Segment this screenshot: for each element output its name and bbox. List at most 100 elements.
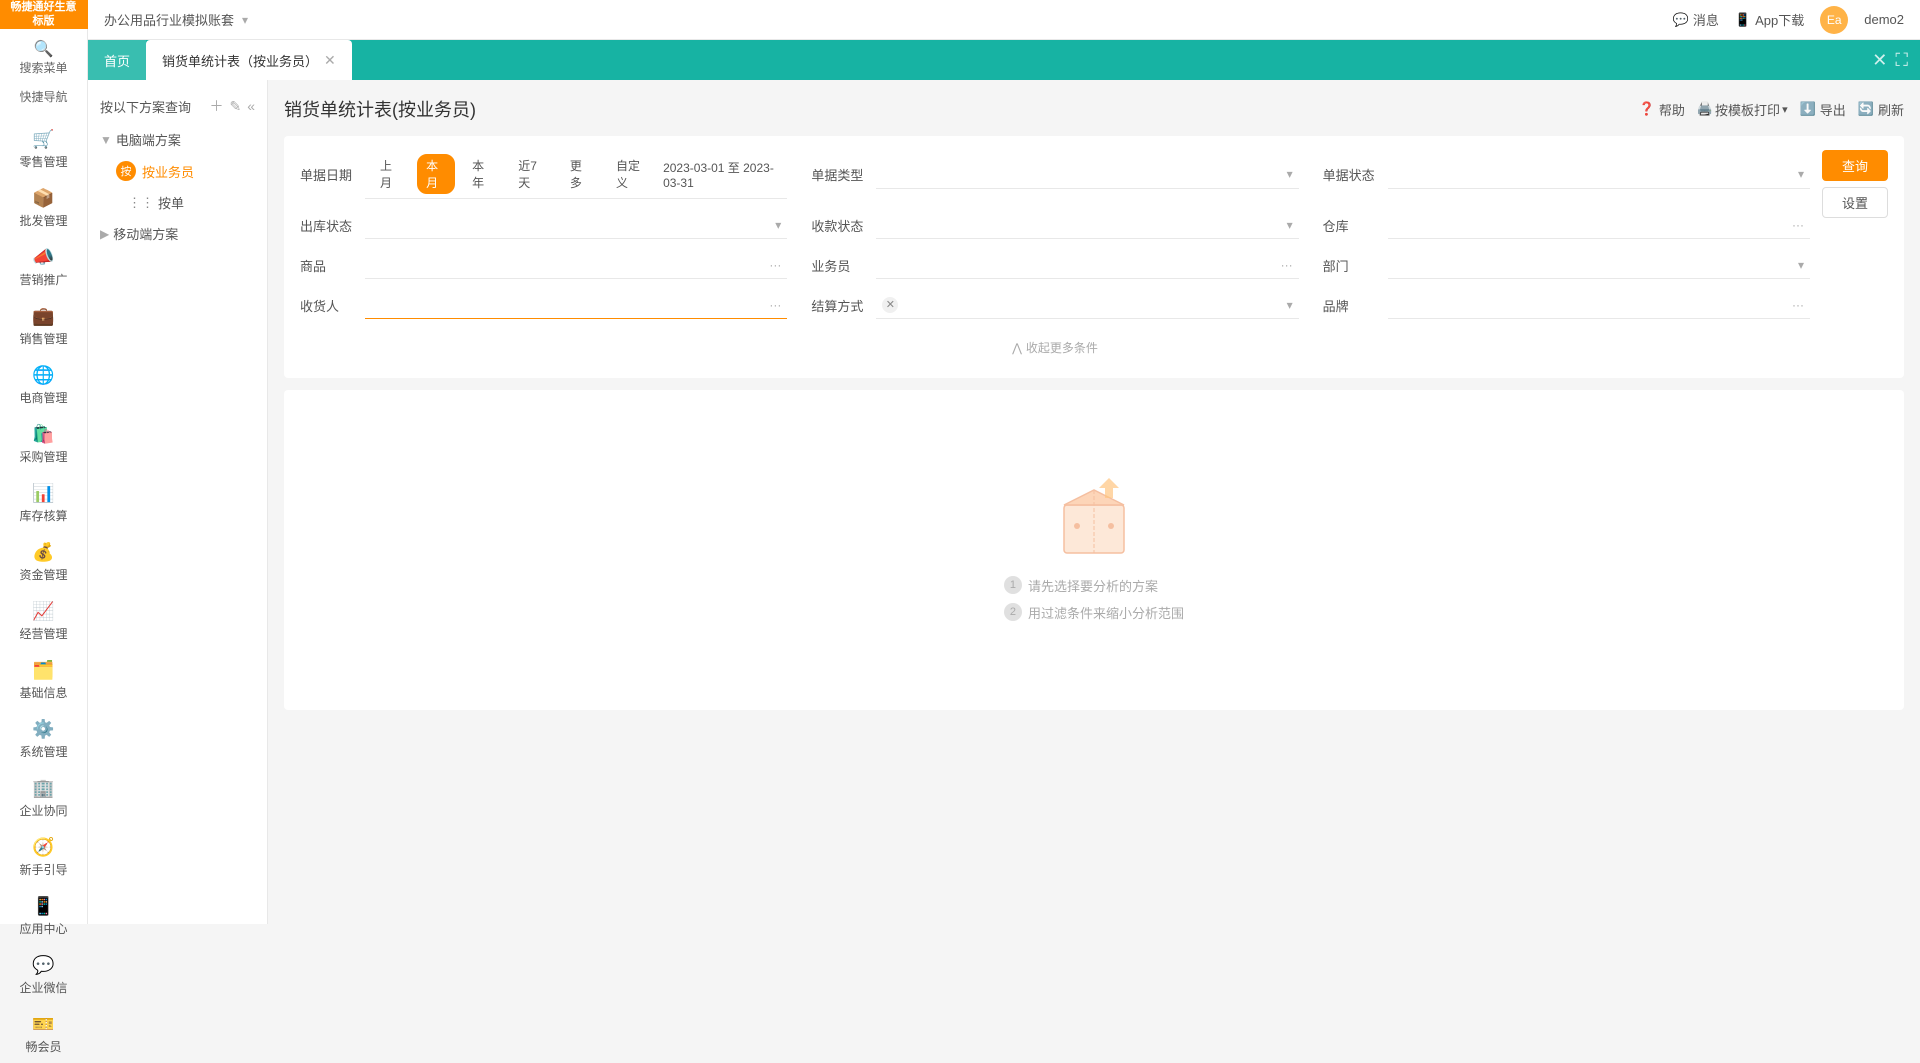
date-control[interactable]: 上月 本月 本年 近7天 更多 自定义 2023-03-01 至 2023-03… (365, 150, 787, 199)
tab-sales-report-label: 销货单统计表（按业务员） (162, 51, 318, 70)
salesperson-more-icon[interactable]: ··· (1281, 258, 1293, 272)
filter-area: 单据日期 上月 本月 本年 近7天 更多 自定义 (284, 136, 1904, 378)
sidebar-item-wholesale[interactable]: 📦 批发管理 (0, 178, 88, 237)
recipient-control[interactable]: ··· (365, 291, 787, 319)
sidebar-item-inventory[interactable]: 📊 库存核算 (0, 473, 88, 532)
tab-home[interactable]: 首页 (88, 40, 146, 80)
dept-control[interactable]: ▾ (1388, 251, 1810, 279)
filter-row-1: 单据日期 上月 本月 本年 近7天 更多 自定义 (300, 150, 1810, 199)
app-download-icon: 📱 (1735, 12, 1751, 28)
sidebar-item-retail[interactable]: 🛒 零售管理 (0, 119, 88, 178)
recipient-more-icon[interactable]: ··· (769, 298, 781, 312)
tab-expand-btn[interactable]: ⛶ (1895, 50, 1908, 71)
out-status-dropdown-icon[interactable]: ▾ (775, 218, 781, 232)
help-btn[interactable]: ❓ 帮助 (1639, 100, 1685, 119)
goods-more-icon[interactable]: ··· (769, 258, 781, 272)
date-btn-last-month[interactable]: 上月 (371, 154, 409, 194)
date-btn-more[interactable]: 更多 (561, 154, 599, 194)
salesperson-label: 业务员 (811, 256, 876, 275)
mobile-arrow-icon: ▶ (100, 227, 109, 241)
salesperson-scheme-icon: 按 (116, 161, 136, 181)
template-print-btn[interactable]: 🖨️ 按模板打印 ▾ (1697, 100, 1788, 119)
dept-dropdown-icon[interactable]: ▾ (1798, 258, 1804, 272)
sidebar-search[interactable]: 🔍 搜索菜单 (19, 29, 67, 82)
filter-salesperson: 业务员 ··· (811, 251, 1298, 279)
receipt-status-dropdown-icon[interactable]: ▾ (1287, 218, 1293, 232)
sidebar-item-ecom[interactable]: 🌐 电商管理 (0, 355, 88, 414)
purchase-icon: 🛍️ (32, 424, 54, 445)
sidebar-item-marketing[interactable]: 📣 营销推广 (0, 237, 88, 296)
date-btn-this-year[interactable]: 本年 (463, 154, 501, 194)
doc-status-control[interactable]: ▾ (1388, 161, 1810, 189)
user-avatar[interactable]: Ea (1820, 6, 1848, 34)
sidebar-item-member[interactable]: 🎫 畅会员 (0, 1004, 88, 1063)
tab-sales-report[interactable]: 销货单统计表（按业务员） ✕ (146, 40, 352, 80)
out-status-control[interactable]: ▾ (365, 211, 787, 239)
receipt-status-label: 收款状态 (811, 216, 876, 235)
breadcrumb-dropdown-icon[interactable]: ▾ (242, 13, 248, 27)
settle-method-control[interactable]: ✕ ▾ (876, 291, 1298, 319)
settle-method-clear-btn[interactable]: ✕ (882, 297, 898, 313)
tab-close-btn[interactable]: ✕ (1872, 50, 1887, 71)
sidebar-quick-nav[interactable]: 快捷导航 (0, 82, 87, 111)
scheme-by-order[interactable]: ⋮⋮ 按单 (88, 187, 267, 218)
doc-type-control[interactable]: ▾ (876, 161, 1298, 189)
username: demo2 (1864, 12, 1904, 27)
left-panel: 按以下方案查询 ＋ ✎ « ▼ 电脑端方案 按 按业务员 ⋮⋮ 按 (88, 80, 268, 924)
desktop-scheme-title[interactable]: ▼ 电脑端方案 (88, 124, 267, 155)
sidebar-logo-text: 畅捷通好生意 标版 (11, 0, 77, 29)
system-icon: ⚙️ (32, 719, 54, 740)
enterprise-icon: 🏢 (32, 778, 54, 799)
sidebar-item-purchase[interactable]: 🛍️ 采购管理 (0, 414, 88, 473)
goods-control[interactable]: ··· (365, 251, 787, 279)
query-btn[interactable]: 查询 (1822, 150, 1888, 181)
app-download-action[interactable]: 📱 App下载 (1735, 10, 1804, 29)
sidebar-item-newbie[interactable]: 🧭 新手引导 (0, 827, 88, 886)
doc-status-dropdown-icon[interactable]: ▾ (1798, 167, 1804, 181)
refresh-btn[interactable]: 🔄 刷新 (1858, 100, 1904, 119)
newbie-icon: 🧭 (32, 837, 54, 858)
doc-type-dropdown-icon[interactable]: ▾ (1287, 167, 1293, 181)
sidebar-item-wechat[interactable]: 💬 企业微信 (0, 945, 88, 1004)
order-scheme-icon: ⋮⋮ (128, 195, 154, 211)
mobile-scheme-label: 移动端方案 (113, 224, 178, 243)
date-btn-last7[interactable]: 近7天 (509, 154, 553, 194)
settle-method-dropdown-icon[interactable]: ▾ (1287, 298, 1293, 312)
topbar-right: 💬 消息 📱 App下载 Ea demo2 (1673, 6, 1904, 34)
mobile-scheme-title[interactable]: ▶ 移动端方案 (88, 218, 267, 249)
collapse-bar[interactable]: ⋀ 收起更多条件 (300, 331, 1810, 364)
sidebar-item-finance[interactable]: 💰 资金管理 (0, 532, 88, 591)
scheme-by-order-label: 按单 (158, 193, 184, 212)
warehouse-more-icon[interactable]: ··· (1792, 218, 1804, 232)
mobile-scheme-section: ▶ 移动端方案 (88, 218, 267, 249)
salesperson-control[interactable]: ··· (876, 251, 1298, 279)
sidebar-item-enterprise[interactable]: 🏢 企业协同 (0, 768, 88, 827)
scheme-by-salesperson[interactable]: 按 按业务员 (88, 155, 267, 187)
export-btn[interactable]: ⬇️ 导出 (1800, 100, 1846, 119)
filter-brand: 品牌 ··· (1323, 291, 1810, 319)
brand-more-icon[interactable]: ··· (1792, 298, 1804, 312)
sidebar-item-system[interactable]: ⚙️ 系统管理 (0, 709, 88, 768)
marketing-icon: 📣 (32, 247, 54, 268)
date-btn-this-month[interactable]: 本月 (417, 154, 455, 194)
date-btn-custom[interactable]: 自定义 (607, 154, 655, 194)
add-scheme-btn[interactable]: ＋ (209, 96, 223, 116)
topbar-left: 办公用品行业模拟账套 ▾ (104, 10, 248, 29)
sidebar-item-base[interactable]: 🗂️ 基础信息 (0, 650, 88, 709)
sidebar-item-sales[interactable]: 💼 销售管理 (0, 296, 88, 355)
date-range: 2023-03-01 至 2023-03-31 (663, 159, 781, 190)
warehouse-control[interactable]: ··· (1388, 211, 1810, 239)
collapse-panel-btn[interactable]: « (247, 98, 255, 114)
topbar: 办公用品行业模拟账套 ▾ 💬 消息 📱 App下载 Ea demo2 (88, 0, 1920, 40)
empty-state-icon (1039, 470, 1149, 560)
sidebar-item-operation[interactable]: 📈 经营管理 (0, 591, 88, 650)
receipt-status-control[interactable]: ▾ (876, 211, 1298, 239)
sidebar-item-apps[interactable]: 📱 应用中心 (0, 886, 88, 945)
edit-scheme-btn[interactable]: ✎ (229, 98, 241, 115)
base-icon: 🗂️ (32, 660, 54, 681)
tab-sales-report-close[interactable]: ✕ (324, 52, 336, 69)
settings-btn[interactable]: 设置 (1822, 187, 1888, 218)
retail-icon: 🛒 (32, 129, 54, 150)
message-action[interactable]: 💬 消息 (1673, 10, 1719, 29)
brand-control[interactable]: ··· (1388, 291, 1810, 319)
